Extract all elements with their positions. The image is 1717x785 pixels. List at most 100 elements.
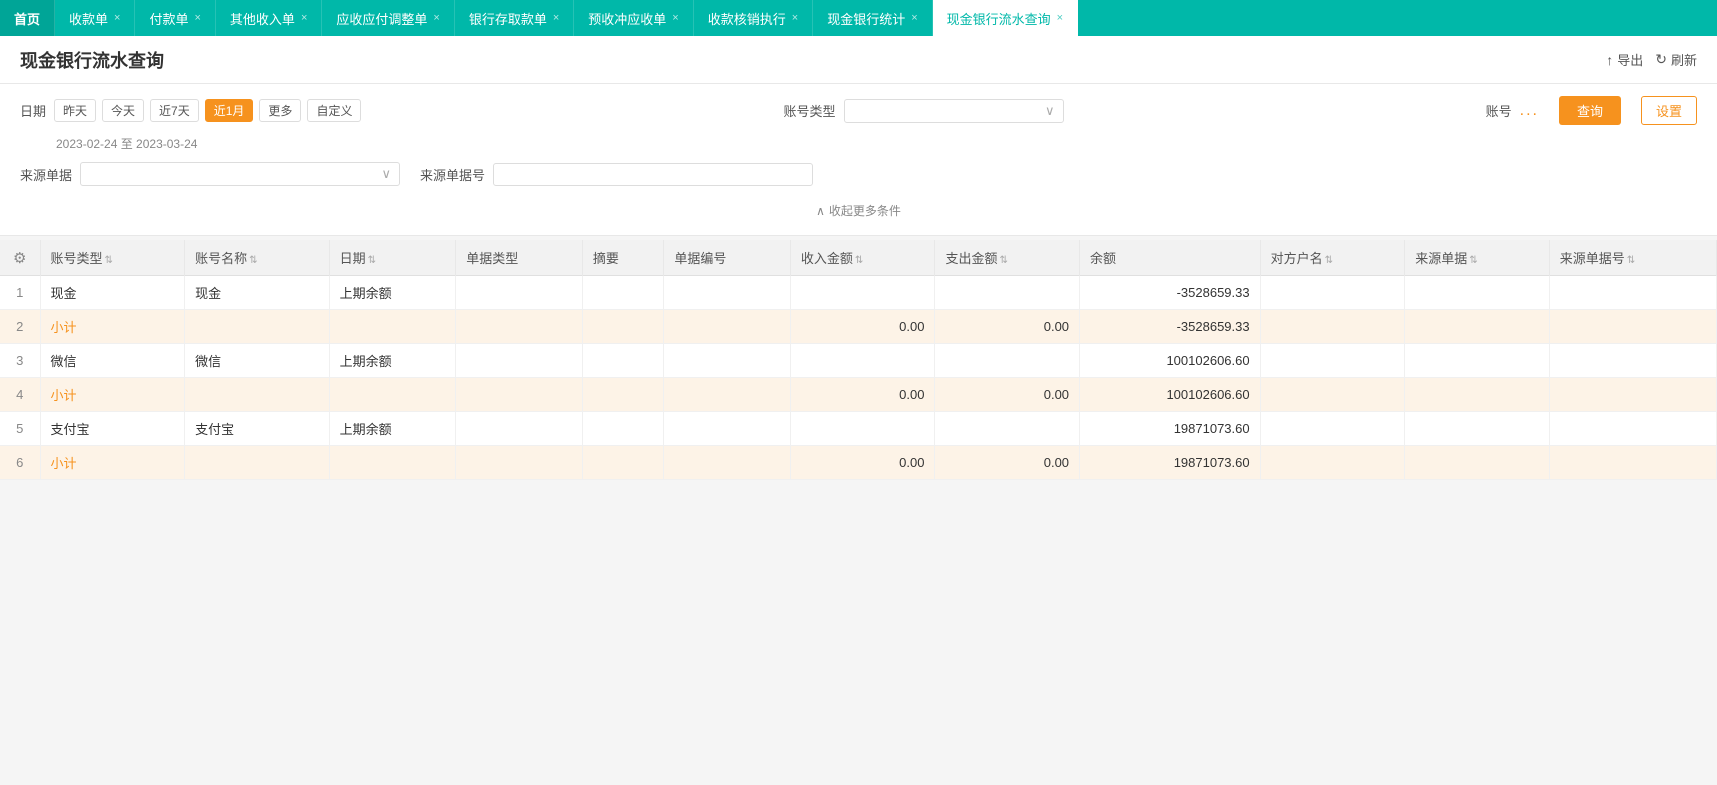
balance-cell: 100102606.60 — [1080, 378, 1261, 412]
date-filter-group: 日期 昨天 今天 近7天 近1月 更多 自定义 — [20, 99, 361, 122]
account-type-cell: 小计 — [40, 378, 185, 412]
filter-area: 日期 昨天 今天 近7天 近1月 更多 自定义 账号类型 ∨ 账号 ... — [0, 84, 1717, 236]
date-7days[interactable]: 近7天 — [150, 99, 199, 122]
counterpart-cell — [1260, 412, 1405, 446]
source-doc-no-cell — [1549, 446, 1716, 480]
col-balance: 余额 — [1080, 240, 1261, 276]
table-row: 5支付宝支付宝上期余额19871073.60 — [0, 412, 1717, 446]
counterpart-cell — [1260, 378, 1405, 412]
source-doc-no-cell — [1549, 310, 1716, 344]
source-doc-cell — [1405, 310, 1550, 344]
date-more[interactable]: 更多 — [259, 99, 301, 122]
top-nav: 首页 收款单 × 付款单 × 其他收入单 × 应收应付调整单 × 银行存取款单 … — [0, 0, 1717, 36]
export-button[interactable]: ↑ 导出 — [1606, 50, 1643, 69]
summary-cell — [582, 344, 664, 378]
col-source-doc[interactable]: 来源单据⇅ — [1405, 240, 1550, 276]
collapse-bar[interactable]: ∧ 收起更多条件 — [20, 196, 1697, 223]
source-doc-no-cell — [1549, 378, 1716, 412]
page-title: 现金银行流水查询 — [20, 47, 164, 73]
doc-type-cell — [456, 276, 583, 310]
nav-cash-bank-flow[interactable]: 现金银行流水查询 × — [933, 0, 1078, 36]
expense-cell: 0.00 — [935, 446, 1080, 480]
nav-home[interactable]: 首页 — [0, 0, 55, 36]
nav-other-income[interactable]: 其他收入单 × — [216, 0, 322, 36]
col-account-name[interactable]: 账号名称⇅ — [185, 240, 330, 276]
col-account-type[interactable]: 账号类型⇅ — [40, 240, 185, 276]
account-type-cell: 现金 — [40, 276, 185, 310]
date-1month[interactable]: 近1月 — [205, 99, 254, 122]
nav-receipt-close[interactable]: × — [114, 12, 120, 24]
seq-cell: 4 — [0, 378, 40, 412]
nav-advance-offset-close[interactable]: × — [672, 12, 678, 24]
query-button[interactable]: 查询 — [1559, 96, 1621, 125]
nav-cash-bank-stat[interactable]: 现金银行统计 × — [813, 0, 932, 36]
summary-cell — [582, 276, 664, 310]
col-counterpart[interactable]: 对方户名⇅ — [1260, 240, 1405, 276]
source-doc-select[interactable]: ∨ — [80, 162, 400, 186]
nav-cash-bank-stat-close[interactable]: × — [911, 12, 917, 24]
nav-bank-deposit[interactable]: 银行存取款单 × — [455, 0, 574, 36]
date-custom[interactable]: 自定义 — [307, 99, 361, 122]
col-date[interactable]: 日期⇅ — [329, 240, 456, 276]
source-doc-label: 来源单据 — [20, 165, 72, 184]
source-doc-no-filter-group: 来源单据号 — [420, 163, 813, 186]
nav-cash-bank-flow-close[interactable]: × — [1057, 12, 1063, 24]
nav-ap-adjust[interactable]: 应收应付调整单 × — [322, 0, 454, 36]
seq-cell: 1 — [0, 276, 40, 310]
account-type-cell: 支付宝 — [40, 412, 185, 446]
nav-payment[interactable]: 付款单 × — [135, 0, 215, 36]
account-type-select[interactable]: ∨ — [844, 99, 1064, 123]
col-expense[interactable]: 支出金额⇅ — [935, 240, 1080, 276]
table-header-row: ⚙ 账号类型⇅ 账号名称⇅ 日期⇅ 单据类型 摘要 单据编号 收入金额⇅ — [0, 240, 1717, 276]
nav-ap-adjust-close[interactable]: × — [433, 12, 439, 24]
seq-cell: 6 — [0, 446, 40, 480]
income-cell — [790, 412, 935, 446]
header-actions: ↑ 导出 ↻ 刷新 — [1606, 50, 1697, 69]
counterpart-cell — [1260, 344, 1405, 378]
expense-cell — [935, 276, 1080, 310]
date-today[interactable]: 今天 — [102, 99, 144, 122]
account-name-cell — [185, 310, 330, 344]
account-filter-group: 账号 ... — [1486, 101, 1539, 120]
counterpart-cell — [1260, 446, 1405, 480]
col-settings[interactable]: ⚙ — [0, 240, 40, 276]
filter-row-2: 来源单据 ∨ 来源单据号 — [20, 162, 1697, 186]
account-label: 账号 — [1486, 101, 1512, 120]
account-ellipsis[interactable]: ... — [1520, 102, 1539, 120]
balance-cell: 19871073.60 — [1080, 412, 1261, 446]
collapse-label: 收起更多条件 — [829, 202, 901, 219]
doc-type-cell — [456, 378, 583, 412]
expense-cell: 0.00 — [935, 310, 1080, 344]
nav-payment-close[interactable]: × — [194, 12, 200, 24]
col-settings-icon[interactable]: ⚙ — [13, 250, 26, 267]
account-type-label: 账号类型 — [784, 101, 836, 120]
account-type-filter-group: 账号类型 ∨ — [784, 99, 1064, 123]
summary-cell — [582, 378, 664, 412]
date-cell: 上期余额 — [329, 412, 456, 446]
nav-collection-exec[interactable]: 收款核销执行 × — [694, 0, 813, 36]
date-yesterday[interactable]: 昨天 — [54, 99, 96, 122]
date-cell — [329, 446, 456, 480]
date-cell — [329, 310, 456, 344]
account-name-cell: 微信 — [185, 344, 330, 378]
nav-bank-deposit-close[interactable]: × — [553, 12, 559, 24]
nav-collection-exec-close[interactable]: × — [792, 12, 798, 24]
nav-receipt[interactable]: 收款单 × — [55, 0, 135, 36]
table-row: 2小计0.000.00-3528659.33 — [0, 310, 1717, 344]
col-income[interactable]: 收入金额⇅ — [790, 240, 935, 276]
refresh-button[interactable]: ↻ 刷新 — [1655, 50, 1697, 69]
nav-other-income-close[interactable]: × — [301, 12, 307, 24]
date-cell — [329, 378, 456, 412]
col-source-doc-no[interactable]: 来源单据号⇅ — [1549, 240, 1716, 276]
summary-cell — [582, 412, 664, 446]
income-cell — [790, 276, 935, 310]
table-row: 6小计0.000.0019871073.60 — [0, 446, 1717, 480]
source-doc-no-input[interactable] — [493, 163, 813, 186]
doc-type-cell — [456, 344, 583, 378]
col-doc-type: 单据类型 — [456, 240, 583, 276]
balance-cell: -3528659.33 — [1080, 310, 1261, 344]
settings-button[interactable]: 设置 — [1641, 96, 1697, 125]
counterpart-cell — [1260, 310, 1405, 344]
nav-advance-offset[interactable]: 预收冲应收单 × — [574, 0, 693, 36]
source-doc-filter-group: 来源单据 ∨ — [20, 162, 400, 186]
